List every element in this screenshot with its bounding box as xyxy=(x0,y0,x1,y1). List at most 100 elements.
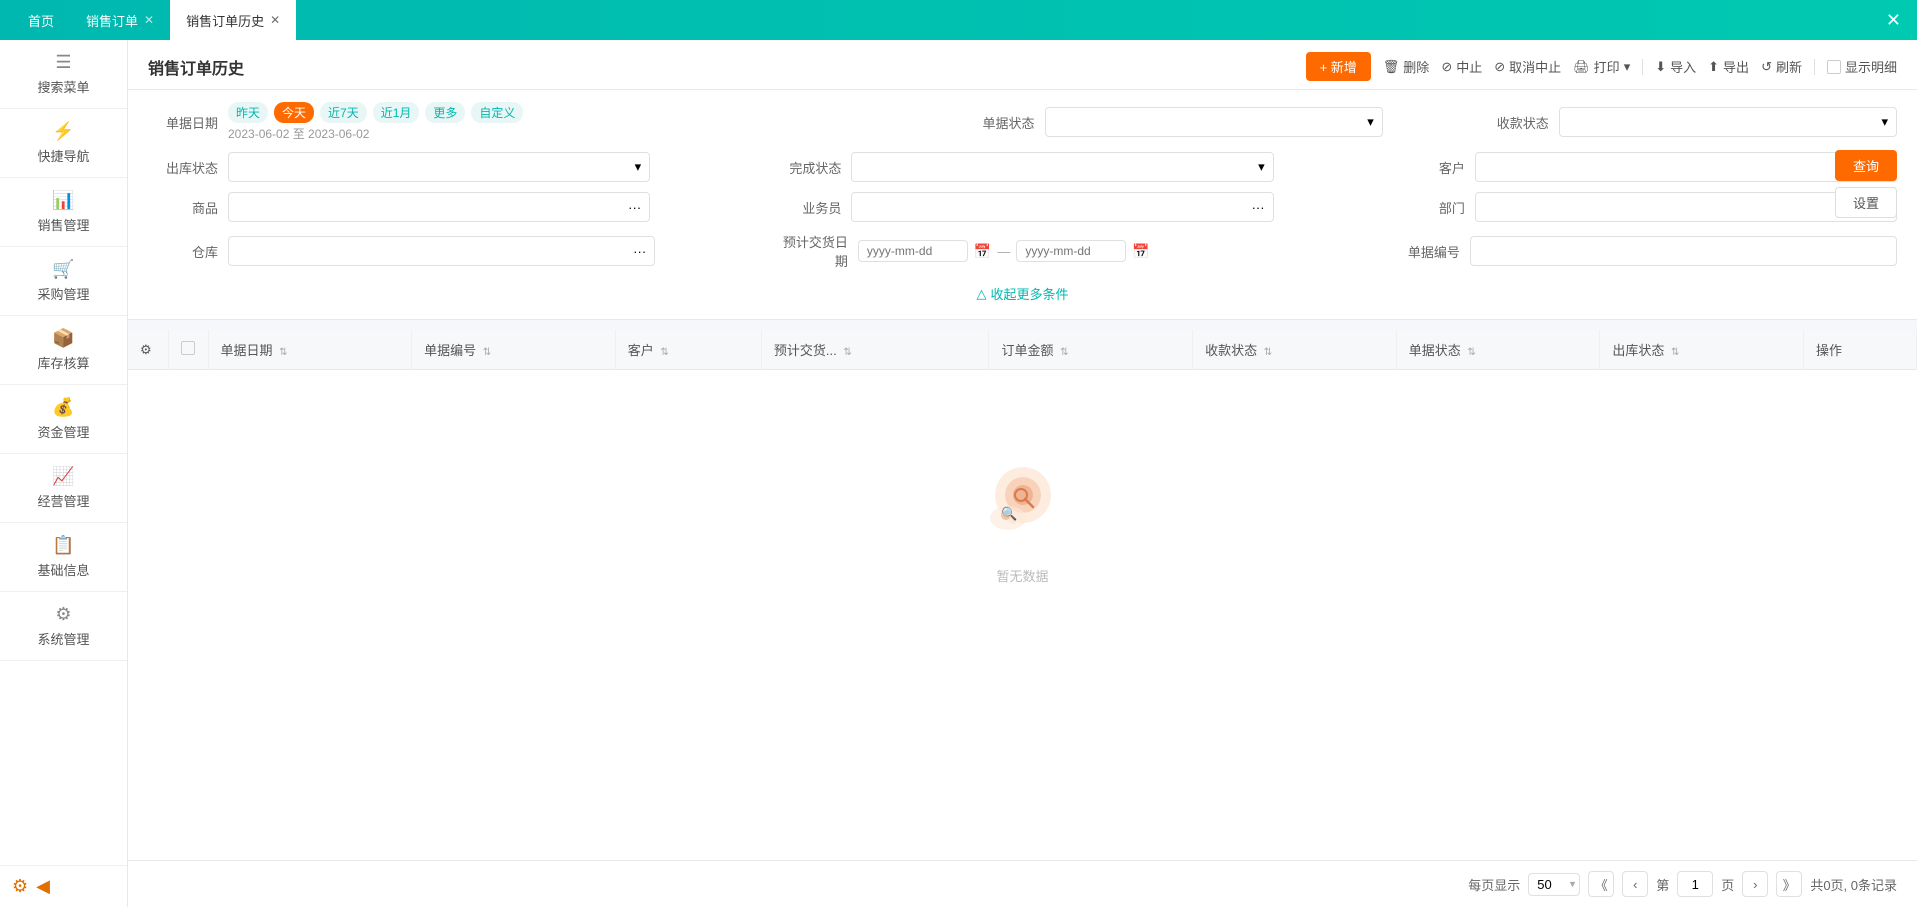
refresh-icon: ↺ xyxy=(1761,59,1772,75)
display-toggle[interactable]: 显示明细 xyxy=(1827,57,1897,76)
outbound-status-select[interactable]: ▾ xyxy=(228,152,650,182)
completion-status-select[interactable]: ▾ xyxy=(851,152,1273,182)
filter-row-3: 商品 ··· 业务员 ··· 部门 ▾ xyxy=(148,192,1897,222)
product-select[interactable]: ··· xyxy=(228,192,650,222)
tab-sales-order-close[interactable]: ✕ xyxy=(144,13,154,27)
settings-bottom-icon[interactable]: ⚙ xyxy=(12,876,28,897)
delivery-date-start[interactable] xyxy=(858,240,968,262)
toolbar: + 新增 🗑 删除 ⊘ 中止 ⊘ 取消中止 🖨 打印 ▾ xyxy=(1306,52,1897,81)
sidebar-item-base-info[interactable]: 📋 基础信息 xyxy=(0,523,127,592)
status-select[interactable]: ▾ xyxy=(1045,107,1383,137)
sidebar-item-sales-mgmt[interactable]: 📊 销售管理 xyxy=(0,178,127,247)
next-page-btn[interactable]: › xyxy=(1742,871,1768,897)
calendar-end-icon[interactable]: 📅 xyxy=(1132,243,1149,260)
sidebar-item-purchase-mgmt[interactable]: 🛒 采购管理 xyxy=(0,247,127,316)
date-label: 单据日期 xyxy=(148,113,228,132)
th-doc-status[interactable]: 单据状态 ⇅ xyxy=(1396,330,1600,370)
th-estimated-delivery[interactable]: 预计交货... ⇅ xyxy=(761,330,989,370)
date-chip-today[interactable]: 今天 xyxy=(274,102,314,123)
tab-sales-order-label: 销售订单 xyxy=(86,11,138,30)
warehouse-label: 仓库 xyxy=(148,242,228,261)
date-range-display: 2023-06-02 至 2023-06-02 xyxy=(228,127,369,141)
tab-sales-order-history[interactable]: 销售订单历史 ✕ xyxy=(170,0,296,40)
prev-page-icon: ‹ xyxy=(1633,877,1637,892)
doc-number-label: 单据编号 xyxy=(1390,242,1470,261)
th-outbound-status[interactable]: 出库状态 ⇅ xyxy=(1600,330,1804,370)
new-button[interactable]: + 新增 xyxy=(1306,52,1371,81)
sidebar-item-quick-nav[interactable]: ⚡ 快捷导航 xyxy=(0,109,127,178)
department-select[interactable]: ▾ xyxy=(1475,192,1897,222)
print-button[interactable]: 🖨 打印 ▾ xyxy=(1573,57,1630,76)
collapse-row[interactable]: △ 收起更多条件 xyxy=(148,280,1897,307)
first-page-btn[interactable]: 《 xyxy=(1588,871,1614,897)
sidebar-item-fund-mgmt[interactable]: 💰 资金管理 xyxy=(0,385,127,454)
import-text: 导入 xyxy=(1670,57,1696,76)
date-chip-custom[interactable]: 自定义 xyxy=(471,102,523,123)
cancel-stop-text: 取消中止 xyxy=(1509,57,1561,76)
first-page-icon: 《 xyxy=(1595,875,1608,894)
sidebar-item-search-menu[interactable]: ☰ 搜索菜单 xyxy=(0,40,127,109)
sidebar: ☰ 搜索菜单 ⚡ 快捷导航 📊 销售管理 🛒 采购管理 📦 库存核算 💰 资金管… xyxy=(0,40,128,907)
salesperson-select[interactable]: ··· xyxy=(851,192,1273,222)
tab-home[interactable]: 首页 xyxy=(12,0,70,40)
th-doc-date[interactable]: 单据日期 ⇅ xyxy=(208,330,412,370)
page-input[interactable] xyxy=(1677,871,1713,897)
per-page-select[interactable]: 50 100 200 xyxy=(1528,873,1580,896)
receipt-status-select[interactable]: ▾ xyxy=(1559,107,1897,137)
prev-page-btn[interactable]: ‹ xyxy=(1622,871,1648,897)
delete-button[interactable]: 🗑 删除 xyxy=(1383,57,1430,76)
th-settings[interactable]: ⚙ xyxy=(128,330,168,370)
cancel-stop-button[interactable]: ⊘ 取消中止 xyxy=(1494,57,1561,76)
table-header: ⚙ 单据日期 ⇅ 单据编号 ⇅ 客户 xyxy=(128,330,1917,370)
settings-filter-button[interactable]: 设置 xyxy=(1835,187,1897,218)
stop-button-text: 中止 xyxy=(1456,57,1482,76)
sort-doc-date: ⇅ xyxy=(279,347,287,358)
collapse-label: 收起更多条件 xyxy=(990,284,1068,303)
last-page-btn[interactable]: 》 xyxy=(1776,871,1802,897)
th-receipt-status[interactable]: 收款状态 ⇅ xyxy=(1193,330,1397,370)
delivery-date-end[interactable] xyxy=(1016,240,1126,262)
sidebar-item-base-info-label: 基础信息 xyxy=(37,560,89,579)
sort-outbound-status: ⇅ xyxy=(1671,347,1679,358)
stop-button[interactable]: ⊘ 中止 xyxy=(1441,57,1482,76)
sidebar-item-ops-mgmt[interactable]: 📈 经营管理 xyxy=(0,454,127,523)
page-suffix: 页 xyxy=(1721,875,1734,894)
empty-text: 暂无数据 xyxy=(996,566,1048,585)
th-customer[interactable]: 客户 ⇅ xyxy=(615,330,761,370)
calendar-start-icon[interactable]: 📅 xyxy=(974,243,991,260)
completion-dropdown-icon: ▾ xyxy=(1258,159,1265,175)
collapse-arrow-icon: △ xyxy=(976,286,986,302)
top-bar-close-btn[interactable]: ✕ xyxy=(1882,10,1905,31)
refresh-button[interactable]: ↺ 刷新 xyxy=(1761,57,1802,76)
import-button[interactable]: ⬇ 导入 xyxy=(1655,57,1696,76)
th-order-amount[interactable]: 订单金额 ⇅ xyxy=(989,330,1193,370)
product-ellipsis: ··· xyxy=(628,200,641,215)
page-title: 销售订单历史 xyxy=(148,55,244,79)
tab-sales-order[interactable]: 销售订单 ✕ xyxy=(70,0,170,40)
new-button-label: + 新增 xyxy=(1320,57,1357,76)
customer-select[interactable]: ··· xyxy=(1475,152,1897,182)
th-doc-number[interactable]: 单据编号 ⇅ xyxy=(412,330,616,370)
select-all-checkbox[interactable] xyxy=(181,341,195,355)
sidebar-item-sys-mgmt-label: 系统管理 xyxy=(37,629,89,648)
top-bar-actions: ✕ xyxy=(1882,10,1905,31)
date-chip-yesterday[interactable]: 昨天 xyxy=(228,102,268,123)
top-bar: 首页 销售订单 ✕ 销售订单历史 ✕ ✕ xyxy=(0,0,1917,40)
sort-doc-number: ⇅ xyxy=(483,347,491,358)
sidebar-item-quick-nav-label: 快捷导航 xyxy=(37,146,89,165)
warehouse-ellipsis: ··· xyxy=(633,244,646,259)
export-button[interactable]: ⬆ 导出 xyxy=(1708,57,1749,76)
date-chip-last7[interactable]: 近7天 xyxy=(320,102,367,123)
display-toggle-checkbox[interactable] xyxy=(1827,60,1841,74)
search-button[interactable]: 查询 xyxy=(1835,150,1897,181)
th-checkbox[interactable] xyxy=(168,330,208,370)
date-chip-last1month[interactable]: 近1月 xyxy=(373,102,420,123)
sidebar-item-sys-mgmt[interactable]: ⚙ 系统管理 xyxy=(0,592,127,661)
date-chip-more[interactable]: 更多 xyxy=(425,102,465,123)
fund-mgmt-icon: 💰 xyxy=(52,397,74,418)
collapse-sidebar-icon[interactable]: ◀ xyxy=(36,876,50,897)
tab-sales-order-history-close[interactable]: ✕ xyxy=(270,13,280,27)
warehouse-select[interactable]: ··· xyxy=(228,236,655,266)
sidebar-item-inventory-check[interactable]: 📦 库存核算 xyxy=(0,316,127,385)
doc-number-input[interactable] xyxy=(1470,236,1897,266)
